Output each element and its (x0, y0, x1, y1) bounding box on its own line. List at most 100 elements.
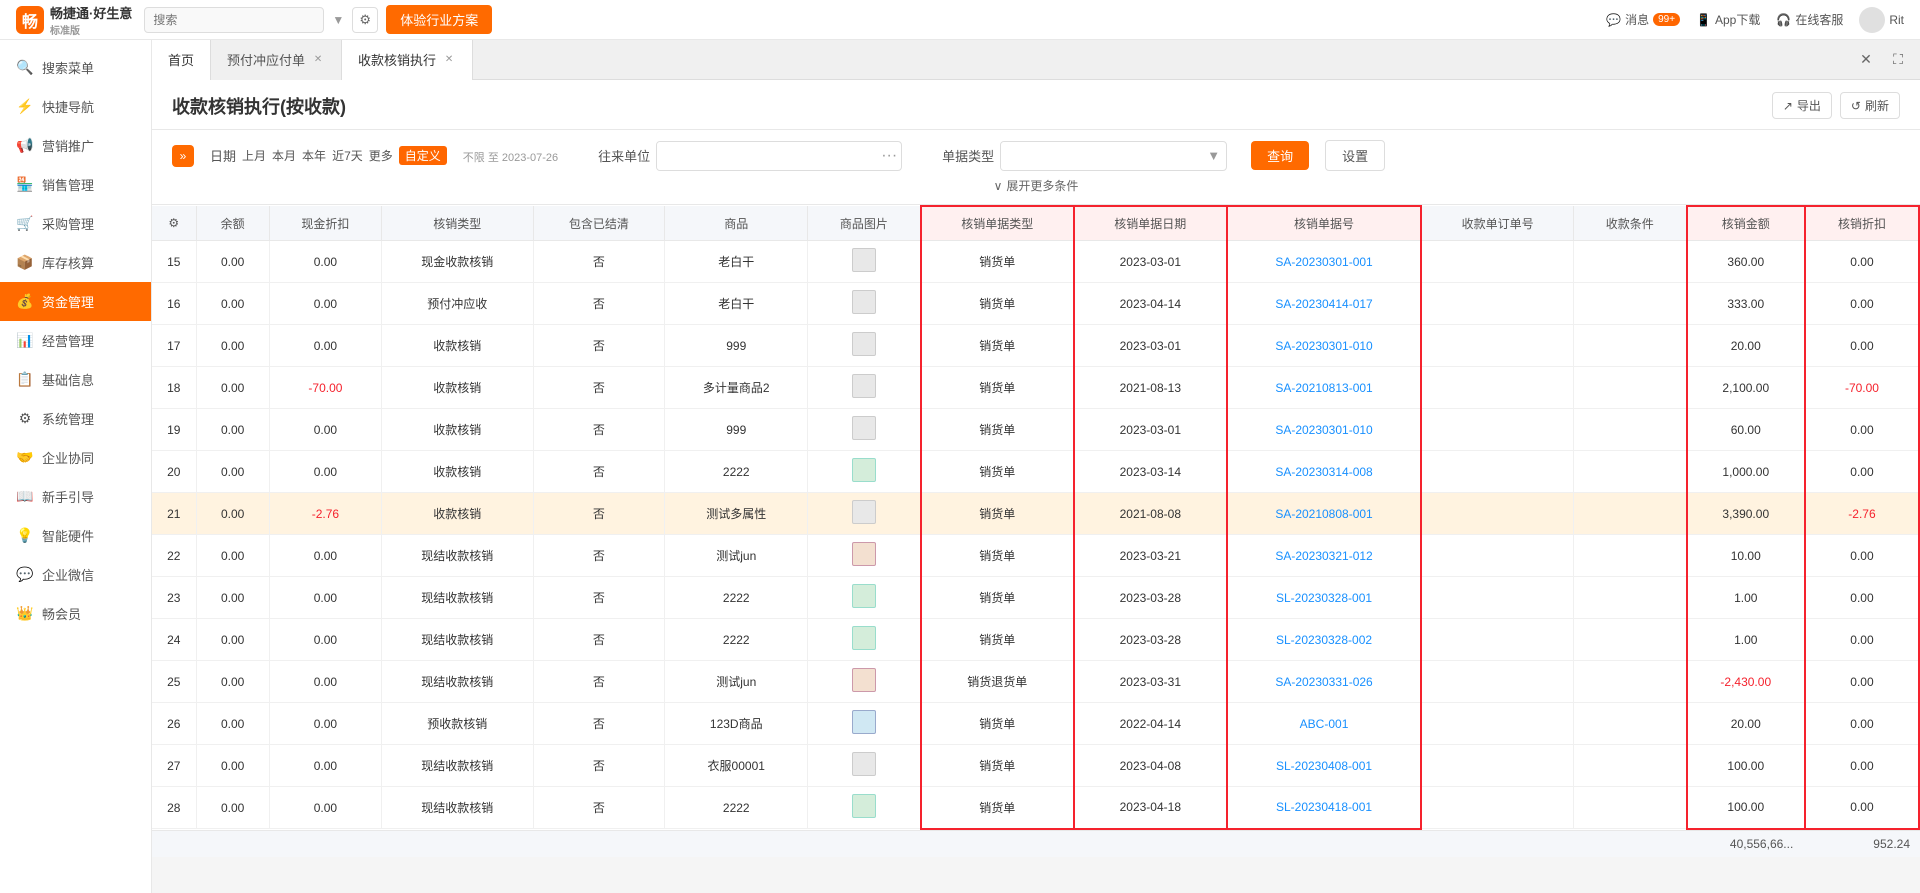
expand-more-conditions[interactable]: ∨ 展开更多条件 (172, 171, 1900, 194)
cell-verify-bill-no: SA-20230301-010 (1227, 409, 1421, 451)
cell-idx: 16 (152, 283, 196, 325)
tab-maximize-btn[interactable]: ⛶ (1884, 46, 1912, 74)
cell-verify-amount: 1.00 (1687, 577, 1805, 619)
service-btn[interactable]: 🎧 在线客服 (1776, 11, 1843, 28)
filter-expand-btn[interactable]: » (172, 145, 194, 167)
hardware-icon: 💡 (16, 527, 34, 545)
app-download-btn[interactable]: 📱 App下载 (1696, 11, 1760, 28)
cell-idx: 15 (152, 241, 196, 283)
cell-verify-bill-no: SA-20210813-001 (1227, 367, 1421, 409)
sidebar-item-system[interactable]: ⚙ 系统管理 (0, 399, 151, 438)
trial-btn[interactable]: 体验行业方案 (386, 5, 492, 34)
user-btn[interactable]: Rit (1859, 7, 1904, 33)
search-icon: 🔍 (16, 59, 34, 77)
cell-product-image (808, 451, 921, 493)
sidebar-item-quick-nav[interactable]: ⚡ 快捷导航 (0, 87, 151, 126)
search-input[interactable] (144, 7, 324, 33)
refresh-btn[interactable]: ↺ 刷新 (1840, 92, 1900, 119)
th-verify-type: 核销类型 (382, 206, 533, 241)
cell-verify-type: 预收款核销 (382, 703, 533, 745)
sidebar-item-finance[interactable]: 💰 资金管理 (0, 282, 151, 321)
table-row: 260.000.00预收款核销否123D商品销货单2022-04-14ABC-0… (152, 703, 1919, 745)
filter-partner-input[interactable] (657, 142, 877, 170)
cell-verify-amount: 100.00 (1687, 787, 1805, 829)
page-header-actions: ↗ 导出 ↺ 刷新 (1772, 92, 1900, 119)
cell-include-settled: 否 (533, 661, 665, 703)
tab-close-collection[interactable]: ✕ (442, 53, 456, 67)
th-cash-discount: 现金折扣 (269, 206, 381, 241)
cell-collection-terms (1573, 661, 1686, 703)
tab-home[interactable]: 首页 (152, 40, 211, 80)
export-btn[interactable]: ↗ 导出 (1772, 92, 1832, 119)
tab-prepay[interactable]: 预付冲应付单 ✕ (211, 40, 342, 80)
flash-icon: ⚡ (16, 98, 34, 116)
date-opt-this-year[interactable]: 本年 (302, 147, 326, 164)
cell-balance: 0.00 (196, 451, 269, 493)
sidebar-item-hardware[interactable]: 💡 智能硬件 (0, 516, 151, 555)
cell-verify-bill-type: 销货单 (921, 619, 1074, 661)
cell-include-settled: 否 (533, 241, 665, 283)
sidebar-item-search[interactable]: 🔍 搜索菜单 (0, 48, 151, 87)
cell-collection-terms (1573, 577, 1686, 619)
cell-verify-bill-type: 销货单 (921, 787, 1074, 829)
table-footer: 40,556,66... 952.24 (152, 830, 1920, 857)
cell-verify-bill-date: 2022-04-14 (1074, 703, 1227, 745)
tab-collection[interactable]: 收款核销执行 ✕ (342, 40, 473, 80)
tab-close-prepay[interactable]: ✕ (311, 53, 325, 67)
cell-collection-terms (1573, 787, 1686, 829)
query-btn[interactable]: 查询 (1251, 141, 1309, 170)
filter-voucher-item: 单据类型 ▼ (942, 141, 1227, 171)
table-row: 210.00-2.76收款核销否测试多属性销货单2021-08-08SA-202… (152, 493, 1919, 535)
sidebar-item-sales[interactable]: 🏪 销售管理 (0, 165, 151, 204)
sidebar-item-marketing[interactable]: 📢 营销推广 (0, 126, 151, 165)
gear-icon[interactable]: ⚙ (352, 7, 378, 33)
expand-chevron-icon: ∨ (994, 179, 1003, 193)
cell-balance: 0.00 (196, 745, 269, 787)
date-opt-this-month[interactable]: 本月 (272, 147, 296, 164)
date-opt-last-month[interactable]: 上月 (242, 147, 266, 164)
cell-verify-type: 预付冲应收 (382, 283, 533, 325)
th-collection-terms: 收款条件 (1573, 206, 1686, 241)
tab-close-all-btn[interactable]: ✕ (1852, 46, 1880, 74)
sidebar-item-member[interactable]: 👑 畅会员 (0, 594, 151, 633)
cell-cash-discount: 0.00 (269, 325, 381, 367)
th-verify-discount: 核销折扣 (1805, 206, 1919, 241)
cell-collection-terms (1573, 283, 1686, 325)
date-opt-7days[interactable]: 近7天 (332, 147, 363, 164)
cell-verify-amount: 3,390.00 (1687, 493, 1805, 535)
sidebar-item-operations[interactable]: 📊 经营管理 (0, 321, 151, 360)
partner-dots[interactable]: ··· (877, 147, 901, 165)
sidebar-item-basic[interactable]: 📋 基础信息 (0, 360, 151, 399)
basic-icon: 📋 (16, 371, 34, 389)
cell-verify-bill-no: SA-20230414-017 (1227, 283, 1421, 325)
tab-bar: 首页 预付冲应付单 ✕ 收款核销执行 ✕ ✕ ⛶ (152, 40, 1920, 80)
cell-verify-bill-type: 销货单 (921, 367, 1074, 409)
cell-product-image (808, 619, 921, 661)
cell-balance: 0.00 (196, 619, 269, 661)
table-row: 250.000.00现结收款核销否测试jun销货退货单2023-03-31SA-… (152, 661, 1919, 703)
operations-icon: 📊 (16, 332, 34, 350)
cell-verify-bill-no: SL-20230328-001 (1227, 577, 1421, 619)
cell-balance: 0.00 (196, 493, 269, 535)
cell-verify-discount: 0.00 (1805, 745, 1919, 787)
voucher-dropdown-icon[interactable]: ▼ (1201, 148, 1226, 163)
date-custom-btn[interactable]: 自定义 (399, 146, 447, 165)
sidebar-item-wechat[interactable]: 💬 企业微信 (0, 555, 151, 594)
sidebar-item-guide[interactable]: 📖 新手引导 (0, 477, 151, 516)
setting-btn[interactable]: 设置 (1325, 140, 1385, 171)
sidebar-item-inventory[interactable]: 📦 库存核算 (0, 243, 151, 282)
cell-verify-amount: 60.00 (1687, 409, 1805, 451)
sidebar-item-purchase[interactable]: 🛒 采购管理 (0, 204, 151, 243)
cell-verify-bill-no: SL-20230418-001 (1227, 787, 1421, 829)
message-btn[interactable]: 💬 消息 99+ (1606, 11, 1680, 28)
cell-product-image (808, 703, 921, 745)
cell-product: 2222 (665, 451, 808, 493)
cell-verify-bill-type: 销货单 (921, 493, 1074, 535)
date-opt-more[interactable]: 更多 (369, 147, 393, 164)
filter-voucher-select[interactable] (1001, 142, 1201, 170)
sidebar-item-enterprise[interactable]: 🤝 企业协同 (0, 438, 151, 477)
cell-idx: 18 (152, 367, 196, 409)
cell-include-settled: 否 (533, 535, 665, 577)
cell-verify-discount: 0.00 (1805, 241, 1919, 283)
cell-verify-type: 收款核销 (382, 409, 533, 451)
